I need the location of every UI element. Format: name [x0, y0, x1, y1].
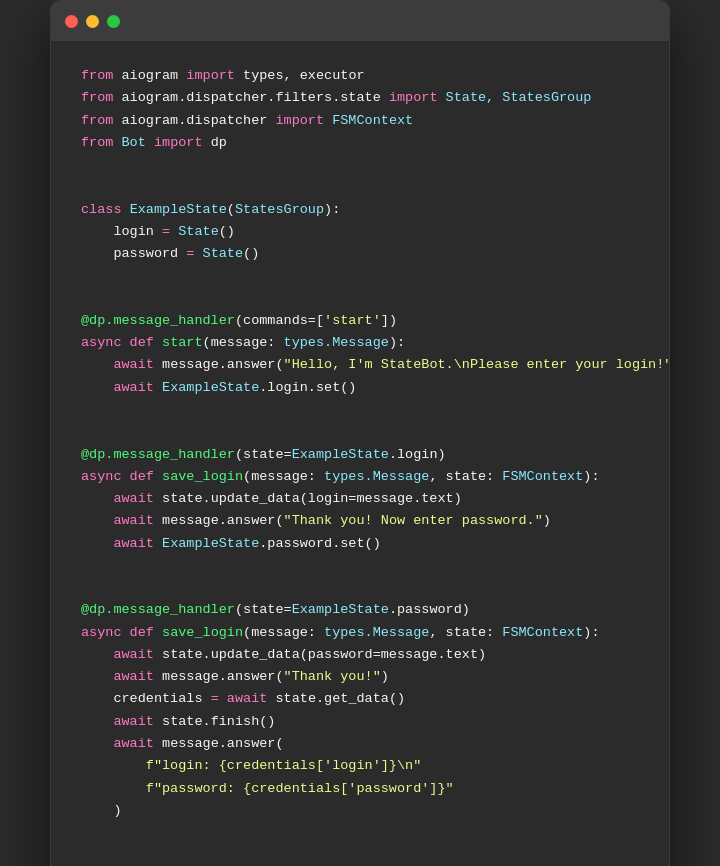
- code-window: from aiogram import types, executor from…: [50, 0, 670, 866]
- titlebar: [51, 1, 669, 41]
- maximize-button[interactable]: [107, 15, 120, 28]
- code-editor: from aiogram import types, executor from…: [51, 41, 669, 866]
- minimize-button[interactable]: [86, 15, 99, 28]
- close-button[interactable]: [65, 15, 78, 28]
